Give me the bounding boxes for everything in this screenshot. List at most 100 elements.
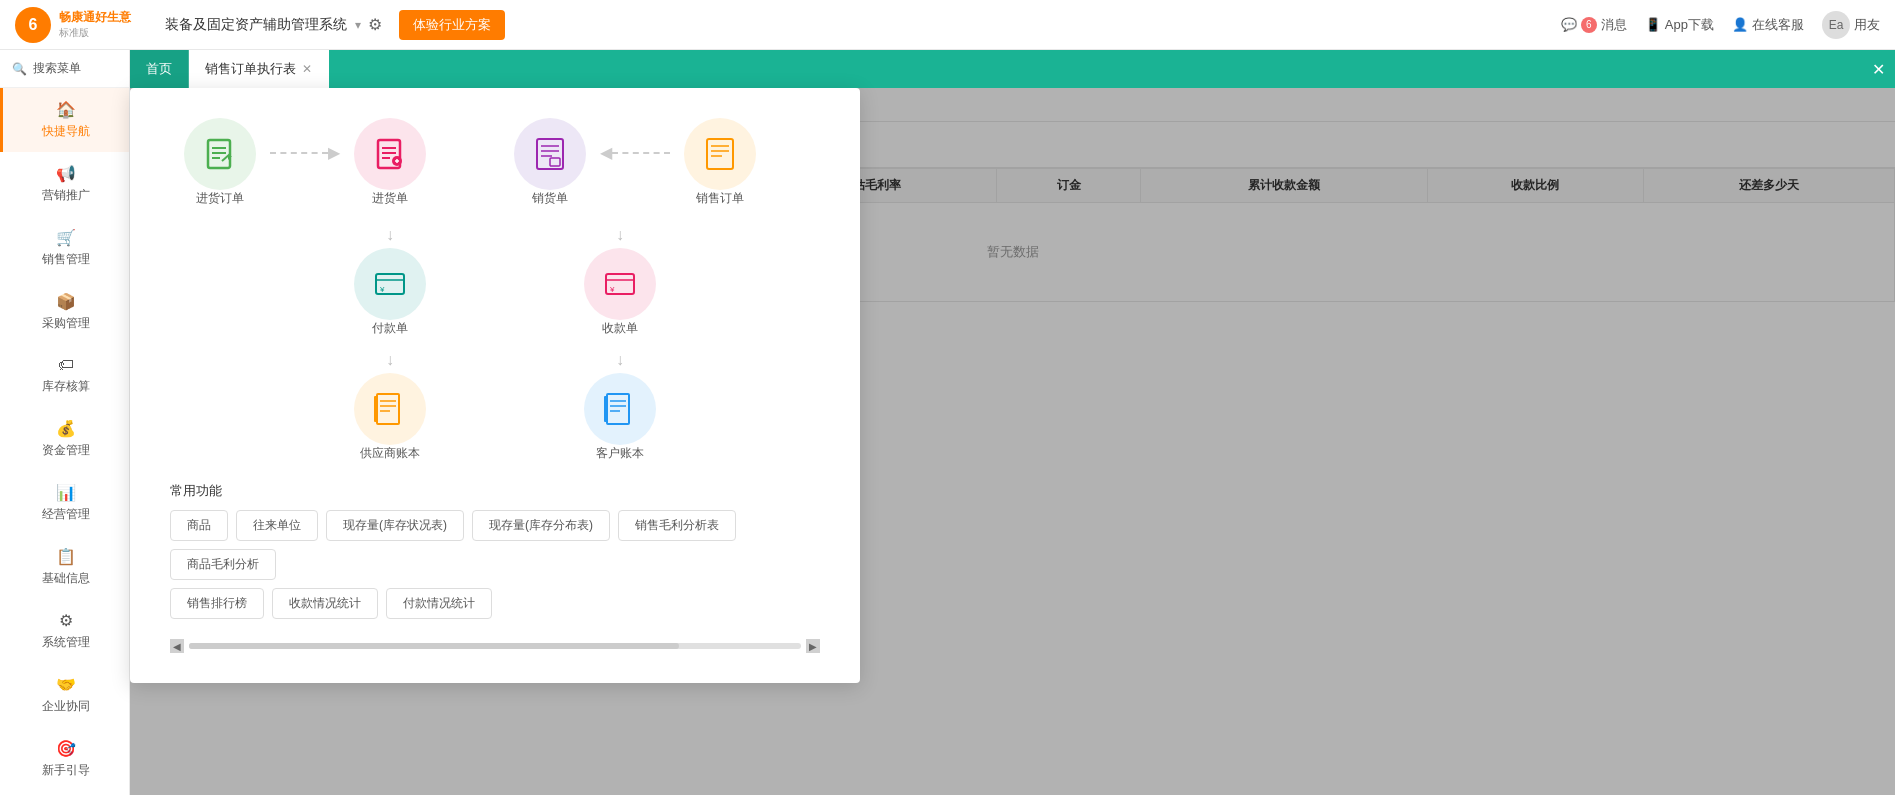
svg-rect-15 — [550, 158, 560, 166]
sidebar-item-operations[interactable]: 📊 经营管理 — [0, 471, 129, 535]
close-all-button[interactable]: ✕ — [1872, 60, 1885, 79]
system-name-area: 装备及固定资产辅助管理系统 ▾ — [165, 16, 361, 34]
user-name: 用友 — [1854, 16, 1880, 34]
sidebar-label-sales: 销售管理 — [42, 251, 90, 268]
sidebar-item-inventory[interactable]: 🏷 库存核算 — [0, 344, 129, 407]
tab-home[interactable]: 首页 — [130, 50, 189, 88]
system-icon: ⚙ — [59, 611, 73, 630]
basic-info-icon: 📋 — [56, 547, 76, 566]
purchase-order-label: 进货订单 — [196, 190, 244, 207]
func-btn-receipt-stats[interactable]: 收款情况统计 — [272, 588, 378, 619]
search-menu-item[interactable]: 🔍 搜索菜单 — [0, 50, 129, 88]
common-title: 常用功能 — [170, 482, 820, 500]
func-btn-stock-dist[interactable]: 现存量(库存分布表) — [472, 510, 610, 541]
sidebar-label-quick-nav: 快捷导航 — [42, 123, 90, 140]
down-arrow-customer: ↓ — [616, 351, 624, 369]
service-label: 在线客服 — [1752, 16, 1804, 34]
search-menu-label: 搜索菜单 — [33, 60, 81, 77]
logo-text-area: 畅康通好生意 标准版 — [59, 9, 131, 40]
scroll-right-button[interactable]: ▶ — [806, 639, 820, 653]
sales-order-label: 销售订单 — [696, 190, 744, 207]
function-buttons-row2: 销售排行榜 收款情况统计 付款情况统计 — [170, 588, 820, 619]
app-icon: 📱 — [1645, 17, 1661, 32]
sidebar-item-basic-info[interactable]: 📋 基础信息 — [0, 535, 129, 599]
sidebar-item-enterprise[interactable]: 🤝 企业协同 — [0, 663, 129, 727]
sidebar-item-system[interactable]: ⚙ 系统管理 — [0, 599, 129, 663]
tab-close-icon[interactable]: ✕ — [302, 62, 312, 76]
flow-node-purchase-bill[interactable]: 进货单 — [340, 118, 440, 207]
purchase-icon: 📦 — [56, 292, 76, 311]
purchase-order-icon — [184, 118, 256, 190]
tab-bar-end: ✕ — [1872, 60, 1895, 79]
sidebar-item-finance[interactable]: 💰 资金管理 — [0, 407, 129, 471]
purchase-bill-icon — [354, 118, 426, 190]
sales-order-icon — [684, 118, 756, 190]
sidebar-label-marketing: 营销推广 — [42, 187, 90, 204]
header-right: 💬 6 消息 📱 App下载 👤 在线客服 Ea 用友 — [1561, 11, 1880, 39]
tab-sales-order[interactable]: 销售订单执行表 ✕ — [189, 50, 329, 88]
func-btn-product-profit[interactable]: 商品毛利分析 — [170, 549, 276, 580]
inventory-icon: 🏷 — [58, 356, 74, 374]
sidebar-item-newbie[interactable]: 🎯 新手引导 — [0, 727, 129, 791]
down-arrow-supplier: ↓ — [386, 351, 394, 369]
message-icon: 💬 — [1561, 17, 1577, 32]
receipt-icon: ¥ — [584, 248, 656, 320]
svg-rect-32 — [604, 396, 607, 422]
sales-bill-label: 销货单 — [532, 190, 568, 207]
message-button[interactable]: 💬 6 消息 — [1561, 16, 1627, 34]
quick-nav-icon: 🏠 — [56, 100, 76, 119]
receipt-label: 收款单 — [602, 320, 638, 337]
sidebar-item-purchase[interactable]: 📦 采购管理 — [0, 280, 129, 344]
sidebar-label-enterprise: 企业协同 — [42, 698, 90, 715]
func-btn-payment-stats[interactable]: 付款情况统计 — [386, 588, 492, 619]
sales-icon: 🛒 — [56, 228, 76, 247]
function-buttons-row1: 商品 往来单位 现存量(库存状况表) 现存量(库存分布表) 销售毛利分析表 商品… — [170, 510, 820, 580]
supplier-ledger-label: 供应商账本 — [360, 445, 420, 462]
sidebar: 🔍 搜索菜单 🏠 快捷导航 📢 营销推广 🛒 销售管理 📦 采购管理 🏷 库存核… — [0, 50, 130, 795]
page-content: ❓ 帮助 🖨 按模板打印 ▾ 📤 导出 ▾ 🔄 刷新 — [130, 88, 1895, 795]
sidebar-label-system: 系统管理 — [42, 634, 90, 651]
quick-guide-popup: 进货订单 ▶ 进货单 — [130, 88, 860, 683]
gear-button[interactable]: ⚙ — [361, 11, 389, 39]
message-label: 消息 — [1601, 16, 1627, 34]
purchase-bill-label: 进货单 — [372, 190, 408, 207]
content-area: 首页 销售订单执行表 ✕ ✕ ❓ 帮助 🖨 按模板打印 ▾ — [130, 50, 1895, 795]
logo-icon: 6 — [15, 7, 51, 43]
main-layout: 🔍 搜索菜单 🏠 快捷导航 📢 营销推广 🛒 销售管理 📦 采购管理 🏷 库存核… — [0, 50, 1895, 795]
experience-button[interactable]: 体验行业方案 — [399, 10, 505, 40]
func-btn-product[interactable]: 商品 — [170, 510, 228, 541]
flow-node-sales-bill[interactable]: 销货单 — [500, 118, 600, 207]
sidebar-item-quick-nav[interactable]: 🏠 快捷导航 — [0, 88, 129, 152]
scroll-left-button[interactable]: ◀ — [170, 639, 184, 653]
popup-scrollbar[interactable]: ◀ ▶ — [170, 639, 820, 653]
down-arrow-receipt: ↓ — [616, 226, 624, 244]
func-btn-sales-profit[interactable]: 销售毛利分析表 — [618, 510, 736, 541]
sidebar-item-marketing[interactable]: 📢 营销推广 — [0, 152, 129, 216]
payment-label: 付款单 — [372, 320, 408, 337]
sidebar-label-operations: 经营管理 — [42, 506, 90, 523]
customer-ledger-icon — [584, 373, 656, 445]
func-btn-partner[interactable]: 往来单位 — [236, 510, 318, 541]
operations-icon: 📊 — [56, 483, 76, 502]
avatar: Ea — [1822, 11, 1850, 39]
service-icon: 👤 — [1732, 17, 1748, 32]
flow-node-sales-order[interactable]: 销售订单 — [670, 118, 770, 207]
svg-rect-31 — [607, 394, 629, 424]
marketing-icon: 📢 — [56, 164, 76, 183]
finance-icon: 💰 — [56, 419, 76, 438]
svg-rect-26 — [377, 394, 399, 424]
tab-bar: 首页 销售订单执行表 ✕ ✕ — [130, 50, 1895, 88]
enterprise-icon: 🤝 — [56, 675, 76, 694]
scrollbar-track — [189, 643, 801, 649]
sidebar-item-sales[interactable]: 🛒 销售管理 — [0, 216, 129, 280]
svg-text:¥: ¥ — [379, 285, 385, 294]
flow-node-purchase-order[interactable]: 进货订单 — [170, 118, 270, 207]
online-service-button[interactable]: 👤 在线客服 — [1732, 16, 1804, 34]
payment-icon: ¥ — [354, 248, 426, 320]
sidebar-label-newbie: 新手引导 — [42, 762, 90, 779]
func-btn-sales-rank[interactable]: 销售排行榜 — [170, 588, 264, 619]
app-download-button[interactable]: 📱 App下载 — [1645, 16, 1714, 34]
user-area[interactable]: Ea 用友 — [1822, 11, 1880, 39]
tab-sales-order-label: 销售订单执行表 — [205, 60, 296, 78]
func-btn-stock-status[interactable]: 现存量(库存状况表) — [326, 510, 464, 541]
